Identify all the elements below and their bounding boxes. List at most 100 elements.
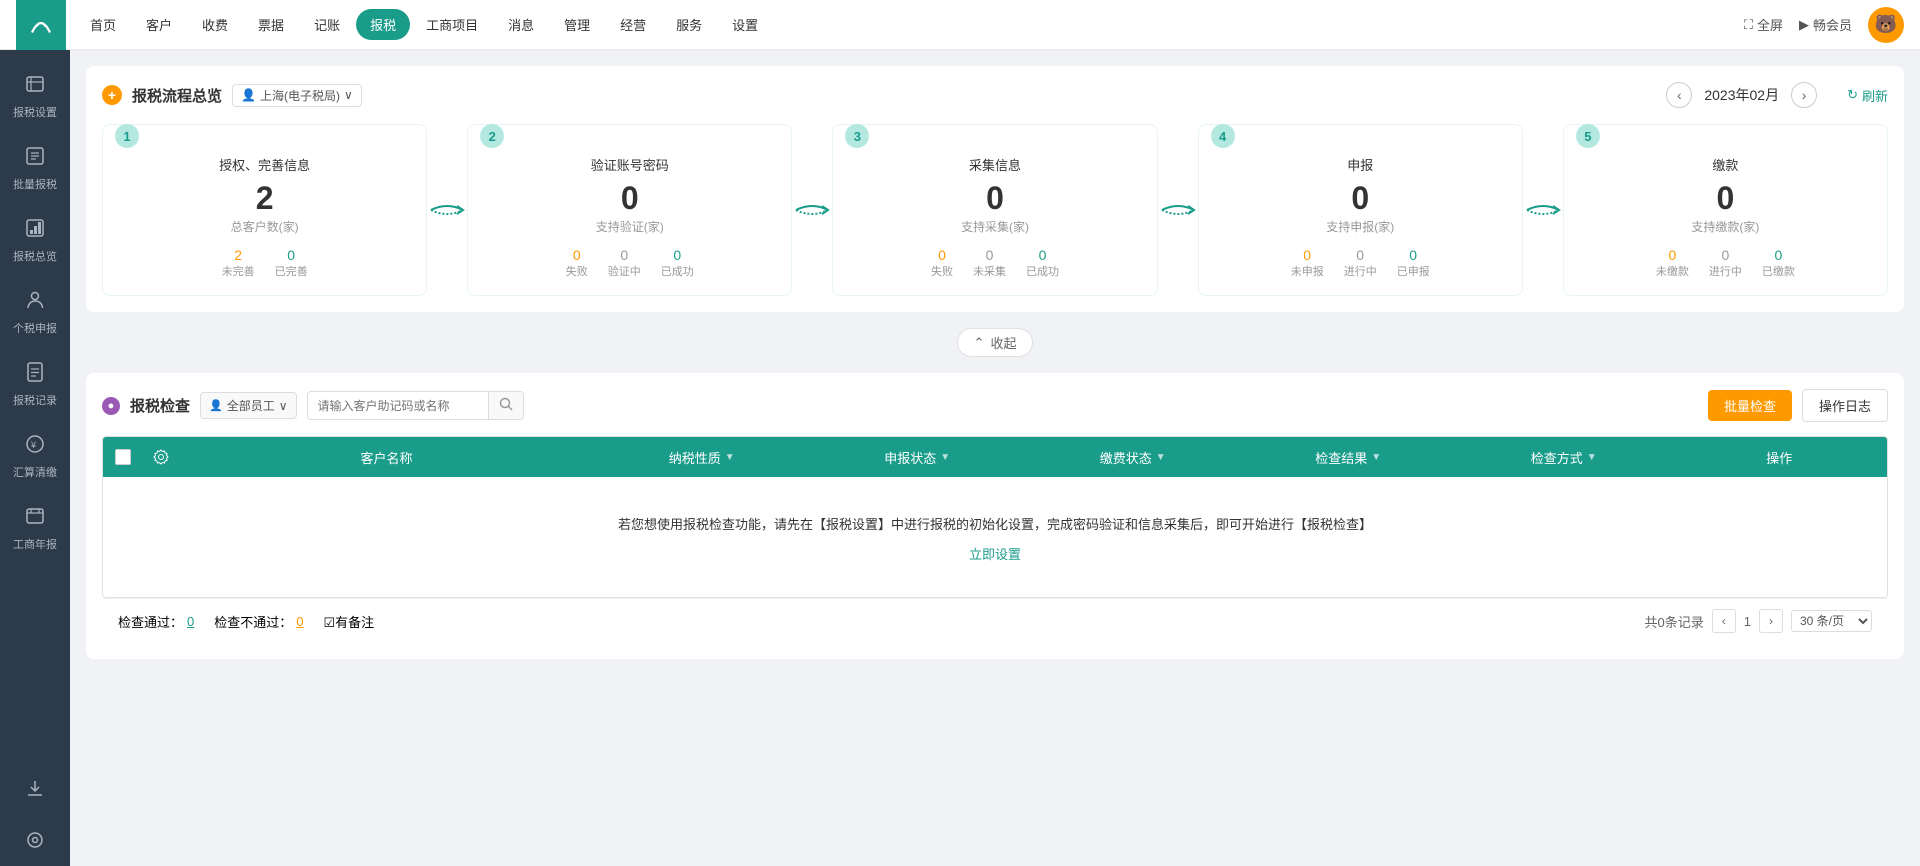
search-button[interactable] <box>488 392 523 419</box>
avatar[interactable]: 🐻 <box>1868 7 1904 43</box>
sidebar-label-individual-tax: 个税申报 <box>13 320 57 336</box>
search-input[interactable] <box>308 394 488 418</box>
individual-tax-icon <box>19 284 51 316</box>
sidebar: 报税设置 批量报税 报税总览 <box>0 50 70 866</box>
sidebar-item-annual-report[interactable]: 工商年报 <box>0 490 70 562</box>
step-num-3: 3 <box>845 124 869 148</box>
sidebar-item-settlement[interactable]: ¥ 汇算清缴 <box>0 418 70 490</box>
employee-icon: 👤 <box>209 399 223 412</box>
nav-settings[interactable]: 设置 <box>718 9 772 40</box>
stat-1-1: 0 已完善 <box>275 247 308 279</box>
step-subtitle-5: 支持缴款(家) <box>1576 218 1875 235</box>
th-gear[interactable] <box>143 449 179 465</box>
step-subtitle-4: 支持申报(家) <box>1211 218 1510 235</box>
nav-client[interactable]: 客户 <box>132 9 186 40</box>
tax-check-section: ● 报税检查 👤 全部员工 ∨ <box>86 373 1904 659</box>
nav-operation[interactable]: 经营 <box>606 9 660 40</box>
tax-nature-filter-icon[interactable]: ▼ <box>725 452 735 463</box>
location-person-icon: 👤 <box>241 88 256 102</box>
sidebar-item-batch-tax[interactable]: 批量报税 <box>0 130 70 202</box>
collapse-label: 收起 <box>990 333 1016 352</box>
step-stats-4: 0 未申报 0 进行中 0 已申报 <box>1211 247 1510 279</box>
sidebar-item-individual-tax[interactable]: 个税申报 <box>0 274 70 346</box>
location-badge[interactable]: 👤 上海(电子税局) ∨ <box>232 84 362 107</box>
collapse-up-icon: ⌃ <box>974 335 985 351</box>
check-fail-value[interactable]: 0 <box>296 614 303 629</box>
sidebar-item-download[interactable] <box>0 762 70 814</box>
prev-month-btn[interactable]: ‹ <box>1666 82 1692 108</box>
pay-status-filter-icon[interactable]: ▼ <box>1156 452 1166 463</box>
check-pass-value[interactable]: 0 <box>187 614 194 629</box>
stat-label-5-0: 未缴款 <box>1656 263 1689 279</box>
operation-log-button[interactable]: 操作日志 <box>1802 389 1888 422</box>
fullscreen-btn[interactable]: ⛶ 全屏 <box>1744 15 1783 34</box>
nav-tax[interactable]: 报税 <box>356 9 410 40</box>
header-checkbox[interactable] <box>115 449 131 465</box>
top-navigation: 首页 客户 收费 票据 记账 报税 工商项目 消息 管理 经营 服务 设置 ⛶ … <box>0 0 1920 50</box>
step-stats-3: 0 失败 0 未采集 0 已成功 <box>845 247 1144 279</box>
collapse-btn[interactable]: ⌃ 收起 <box>957 328 1034 357</box>
stat-num-2-0: 0 <box>566 247 588 263</box>
sidebar-item-tool[interactable] <box>0 814 70 866</box>
step-card-4: 4 申报 0 支持申报(家) 0 未申报 0 进行中 <box>1198 124 1523 296</box>
prev-page-btn[interactable]: ‹ <box>1712 609 1736 633</box>
step-card-5: 5 缴款 0 支持缴款(家) 0 未缴款 0 进行中 <box>1563 124 1888 296</box>
next-page-btn[interactable]: › <box>1759 609 1783 633</box>
page-size-select[interactable]: 30 条/页 50 条/页 100 条/页 <box>1791 610 1872 632</box>
declare-status-filter-icon[interactable]: ▼ <box>940 452 950 463</box>
refresh-icon: ↻ <box>1847 87 1858 103</box>
step-title-4: 申报 <box>1211 155 1510 174</box>
sidebar-item-tax-overview[interactable]: 报税总览 <box>0 202 70 274</box>
stat-num-2-2: 0 <box>661 247 694 263</box>
stat-label-3-0: 失败 <box>931 263 953 279</box>
setup-link[interactable]: 立即设置 <box>969 544 1021 563</box>
nav-fee[interactable]: 收费 <box>188 9 242 40</box>
nav-home[interactable]: 首页 <box>76 9 130 40</box>
th-tax-nature-label: 纳税性质 <box>669 448 721 467</box>
nav-manage[interactable]: 管理 <box>550 9 604 40</box>
table-body: 若您想使用报税检查功能，请先在【报税设置】中进行报税的初始化设置，完成密码验证和… <box>103 477 1887 597</box>
step-count-2: 0 <box>480 182 779 214</box>
employee-select[interactable]: 👤 全部员工 ∨ <box>200 392 297 419</box>
stat-label-5-2: 已缴款 <box>1762 263 1795 279</box>
refresh-label: 刷新 <box>1862 86 1888 105</box>
sidebar-item-tax-records[interactable]: 报税记录 <box>0 346 70 418</box>
stat-label-3-1: 未采集 <box>973 263 1006 279</box>
stat-num-5-0: 0 <box>1656 247 1689 263</box>
collapse-row: ⌃ 收起 <box>86 328 1904 357</box>
step-arrow-1 <box>427 124 467 296</box>
nav-menu: 首页 客户 收费 票据 记账 报税 工商项目 消息 管理 经营 服务 设置 <box>76 9 1744 40</box>
th-pay-status-label: 缴费状态 <box>1100 448 1152 467</box>
nav-message[interactable]: 消息 <box>494 9 548 40</box>
step-num-2: 2 <box>480 124 504 148</box>
stat-num-4-1: 0 <box>1344 247 1377 263</box>
nav-service[interactable]: 服务 <box>662 9 716 40</box>
stat-num-5-1: 0 <box>1709 247 1742 263</box>
process-steps: 1 授权、完善信息 2 总客户数(家) 2 未完善 0 已完善 <box>102 124 1888 296</box>
refresh-btn[interactable]: ↻ 刷新 <box>1847 86 1888 105</box>
step-stats-5: 0 未缴款 0 进行中 0 已缴款 <box>1576 247 1875 279</box>
batch-check-button[interactable]: 批量检查 <box>1708 390 1792 421</box>
has-note-label: ☑有备注 <box>324 612 375 631</box>
check-method-filter-icon[interactable]: ▼ <box>1587 452 1597 463</box>
stat-4-2: 0 已申报 <box>1397 247 1430 279</box>
main-content: + 报税流程总览 👤 上海(电子税局) ∨ ‹ 2023年02月 › ↻ 刷新 <box>70 50 1920 866</box>
stat-label-4-2: 已申报 <box>1397 263 1430 279</box>
app-logo <box>16 0 66 50</box>
stat-num-4-2: 0 <box>1397 247 1430 263</box>
step-stats-1: 2 未完善 0 已完善 <box>115 247 414 279</box>
sidebar-item-tax-settings[interactable]: 报税设置 <box>0 58 70 130</box>
th-check-result-label: 检查结果 <box>1315 448 1367 467</box>
tax-overview-icon <box>19 212 51 244</box>
th-customer-name-label: 客户名称 <box>360 448 412 467</box>
nav-invoice[interactable]: 票据 <box>244 9 298 40</box>
th-operation: 操作 <box>1672 448 1888 467</box>
nav-accounting[interactable]: 记账 <box>300 9 354 40</box>
plus-icon: + <box>102 85 122 105</box>
next-month-btn[interactable]: › <box>1791 82 1817 108</box>
stat-label-2-2: 已成功 <box>661 263 694 279</box>
th-checkbox[interactable] <box>103 449 143 465</box>
member-btn[interactable]: ▶ 畅会员 <box>1799 15 1852 34</box>
nav-business[interactable]: 工商项目 <box>412 9 492 40</box>
check-result-filter-icon[interactable]: ▼ <box>1371 452 1381 463</box>
